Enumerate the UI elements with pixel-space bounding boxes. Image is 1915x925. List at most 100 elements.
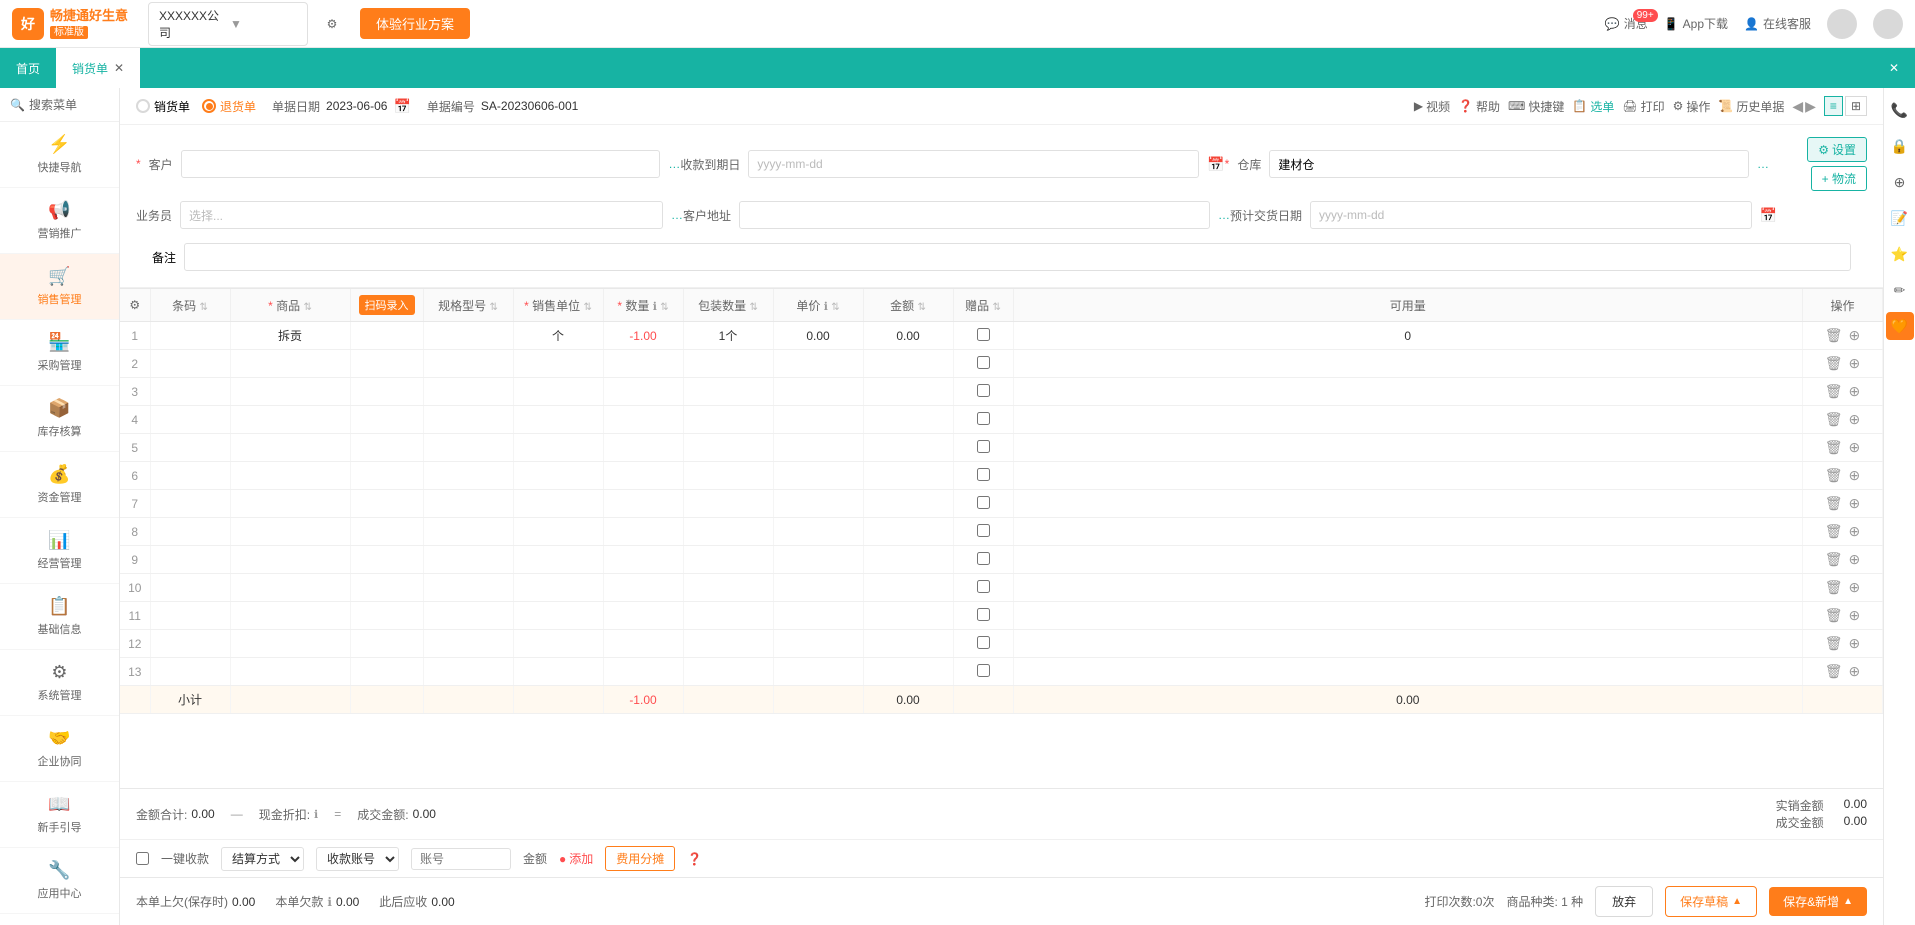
customer-addr-dots-btn[interactable]: … (1218, 208, 1230, 222)
copy-row-5-icon[interactable]: ⊕ (1849, 439, 1861, 456)
next-arrow-icon[interactable]: ▶ (1805, 98, 1816, 115)
expected-cal-icon[interactable]: 📅 (1760, 207, 1777, 224)
toolbar-help[interactable]: ❓ 帮助 (1458, 98, 1500, 115)
barcode-sort-icon[interactable]: ⇅ (199, 302, 207, 313)
scan-btn[interactable]: 扫码录入 (359, 295, 415, 315)
delete-row-9-icon[interactable]: 🗑 (1825, 551, 1843, 568)
debt-help-icon[interactable]: ℹ (327, 895, 332, 909)
gift-checkbox-6[interactable] (977, 468, 990, 481)
cell-pack-qty-2[interactable] (683, 350, 773, 378)
float-phone-icon[interactable]: 📞 (1886, 96, 1914, 124)
delete-row-6-icon[interactable]: 🗑 (1825, 467, 1843, 484)
qty-sort-icon[interactable]: ⇅ (660, 302, 668, 313)
delete-row-7-icon[interactable]: 🗑 (1825, 495, 1843, 512)
toolbar-shortcut[interactable]: ⌨ 快捷键 (1508, 98, 1564, 115)
float-orange-icon[interactable]: 🧡 (1886, 312, 1914, 340)
copy-row-12-icon[interactable]: ⊕ (1849, 635, 1861, 652)
delete-row-10-icon[interactable]: 🗑 (1825, 579, 1843, 596)
copy-row-3-icon[interactable]: ⊕ (1849, 383, 1861, 400)
warehouse-dots-btn[interactable]: … (1757, 157, 1769, 171)
spec-sort-icon[interactable]: ⇅ (489, 302, 497, 313)
salesperson-dots-btn[interactable]: … (671, 208, 683, 222)
close-tab-icon[interactable]: ✕ (114, 61, 124, 75)
tab-sales-order[interactable]: 销货单 ✕ (56, 48, 140, 88)
payment-date-input[interactable]: yyyy-mm-dd (748, 150, 1199, 178)
expected-date-input[interactable]: yyyy-mm-dd (1310, 201, 1752, 229)
float-edit-icon[interactable]: ✏ (1886, 276, 1914, 304)
amount-sort-icon[interactable]: ⇅ (917, 302, 925, 313)
cell-goods-1[interactable]: 拆贡 (230, 322, 350, 350)
tab-home[interactable]: 首页 (0, 48, 56, 88)
copy-row-8-icon[interactable]: ⊕ (1849, 523, 1861, 540)
save-new-button[interactable]: 保存&新增 ▲ (1769, 887, 1867, 916)
user-avatar-2[interactable] (1873, 9, 1903, 39)
gift-checkbox-5[interactable] (977, 440, 990, 453)
app-download-btn[interactable]: 📱 App下载 (1664, 15, 1728, 32)
cell-goods-2[interactable] (230, 350, 350, 378)
sidebar-item-inventory[interactable]: 📦 库存核算 (0, 386, 119, 452)
cell-barcode-1[interactable] (150, 322, 230, 350)
sidebar-item-finance[interactable]: 💰 资金管理 (0, 452, 119, 518)
copy-row-1-icon[interactable]: ⊕ (1849, 327, 1861, 344)
delete-row-13-icon[interactable]: 🗑 (1825, 663, 1843, 680)
sidebar-item-purchase[interactable]: 🏪 采购管理 (0, 320, 119, 386)
delete-row-2-icon[interactable]: 🗑 (1825, 355, 1843, 372)
copy-row-7-icon[interactable]: ⊕ (1849, 495, 1861, 512)
toolbar-history[interactable]: 📜 历史单据 (1718, 98, 1784, 115)
toolbar-video[interactable]: ▶ 视频 (1414, 98, 1450, 115)
gift-sort-icon[interactable]: ⇅ (992, 302, 1000, 313)
delete-row-1-icon[interactable]: 🗑 (1825, 327, 1843, 344)
float-lock-icon[interactable]: 🔒 (1886, 132, 1914, 160)
gift-checkbox-7[interactable] (977, 496, 990, 509)
account-select[interactable]: 收款账号 (316, 847, 399, 871)
cell-gift-1[interactable] (953, 322, 1013, 350)
float-note-icon[interactable]: 📝 (1886, 204, 1914, 232)
list-view-btn[interactable]: ≡ (1824, 96, 1843, 116)
date-calendar-icon[interactable]: 📅 (393, 98, 410, 115)
goods-type[interactable]: 商品种类: 1 种 (1506, 893, 1583, 910)
copy-row-4-icon[interactable]: ⊕ (1849, 411, 1861, 428)
customer-addr-input[interactable] (739, 201, 1210, 229)
gift-checkbox-2[interactable] (977, 356, 990, 369)
cell-barcode-2[interactable] (150, 350, 230, 378)
copy-row-13-icon[interactable]: ⊕ (1849, 663, 1861, 680)
toolbar-operation[interactable]: ⚙ 操作 (1673, 98, 1711, 115)
copy-row-9-icon[interactable]: ⊕ (1849, 551, 1861, 568)
cell-unit-1[interactable]: 个 (513, 322, 603, 350)
one-click-payment-checkbox[interactable] (136, 852, 149, 865)
cell-amount-2[interactable] (863, 350, 953, 378)
prev-arrow-icon[interactable]: ◀ (1792, 98, 1803, 115)
company-selector[interactable]: XXXXXX公司 ▼ (148, 2, 308, 46)
fee-split-btn[interactable]: 费用分摊 (605, 846, 675, 871)
sidebar-item-shortcuts[interactable]: ⚡ 快捷导航 (0, 122, 119, 188)
cell-pack-qty-1[interactable]: 1个 (683, 322, 773, 350)
gift-checkbox-12[interactable] (977, 636, 990, 649)
radio-return-order[interactable]: 退货单 (202, 98, 256, 115)
customer-input[interactable] (181, 150, 661, 178)
user-avatar[interactable] (1827, 9, 1857, 39)
cell-spec-1[interactable] (423, 322, 513, 350)
gift-checkbox-1[interactable] (977, 328, 990, 341)
sidebar-item-system[interactable]: ⚙ 系统管理 (0, 650, 119, 716)
col-settings[interactable]: ⚙ (120, 289, 150, 322)
sidebar-item-operations[interactable]: 📊 经营管理 (0, 518, 119, 584)
gift-checkbox-10[interactable] (977, 580, 990, 593)
settings-icon[interactable]: ⚙ (316, 8, 348, 40)
sidebar-item-guide[interactable]: 📖 新手引导 (0, 782, 119, 848)
settings-btn[interactable]: ⚙ 设置 (1807, 137, 1867, 162)
cell-unit-2[interactable] (513, 350, 603, 378)
message-btn[interactable]: 💬 消息 99+ (1605, 15, 1648, 32)
discard-button[interactable]: 放弃 (1595, 886, 1653, 917)
float-star-icon[interactable]: ⭐ (1886, 240, 1914, 268)
sidebar-item-basics[interactable]: 📋 基础信息 (0, 584, 119, 650)
add-payment-btn[interactable]: ● 添加 (559, 850, 593, 867)
sidebar-item-apps[interactable]: 🔧 应用中心 (0, 848, 119, 914)
copy-row-10-icon[interactable]: ⊕ (1849, 579, 1861, 596)
copy-row-2-icon[interactable]: ⊕ (1849, 355, 1861, 372)
goods-sort-icon[interactable]: ⇅ (303, 302, 311, 313)
float-add-icon[interactable]: ⊕ (1886, 168, 1914, 196)
sidebar-item-collaboration[interactable]: 🤝 企业协同 (0, 716, 119, 782)
copy-row-11-icon[interactable]: ⊕ (1849, 607, 1861, 624)
cell-qty-2[interactable] (603, 350, 683, 378)
cell-gift-2[interactable] (953, 350, 1013, 378)
